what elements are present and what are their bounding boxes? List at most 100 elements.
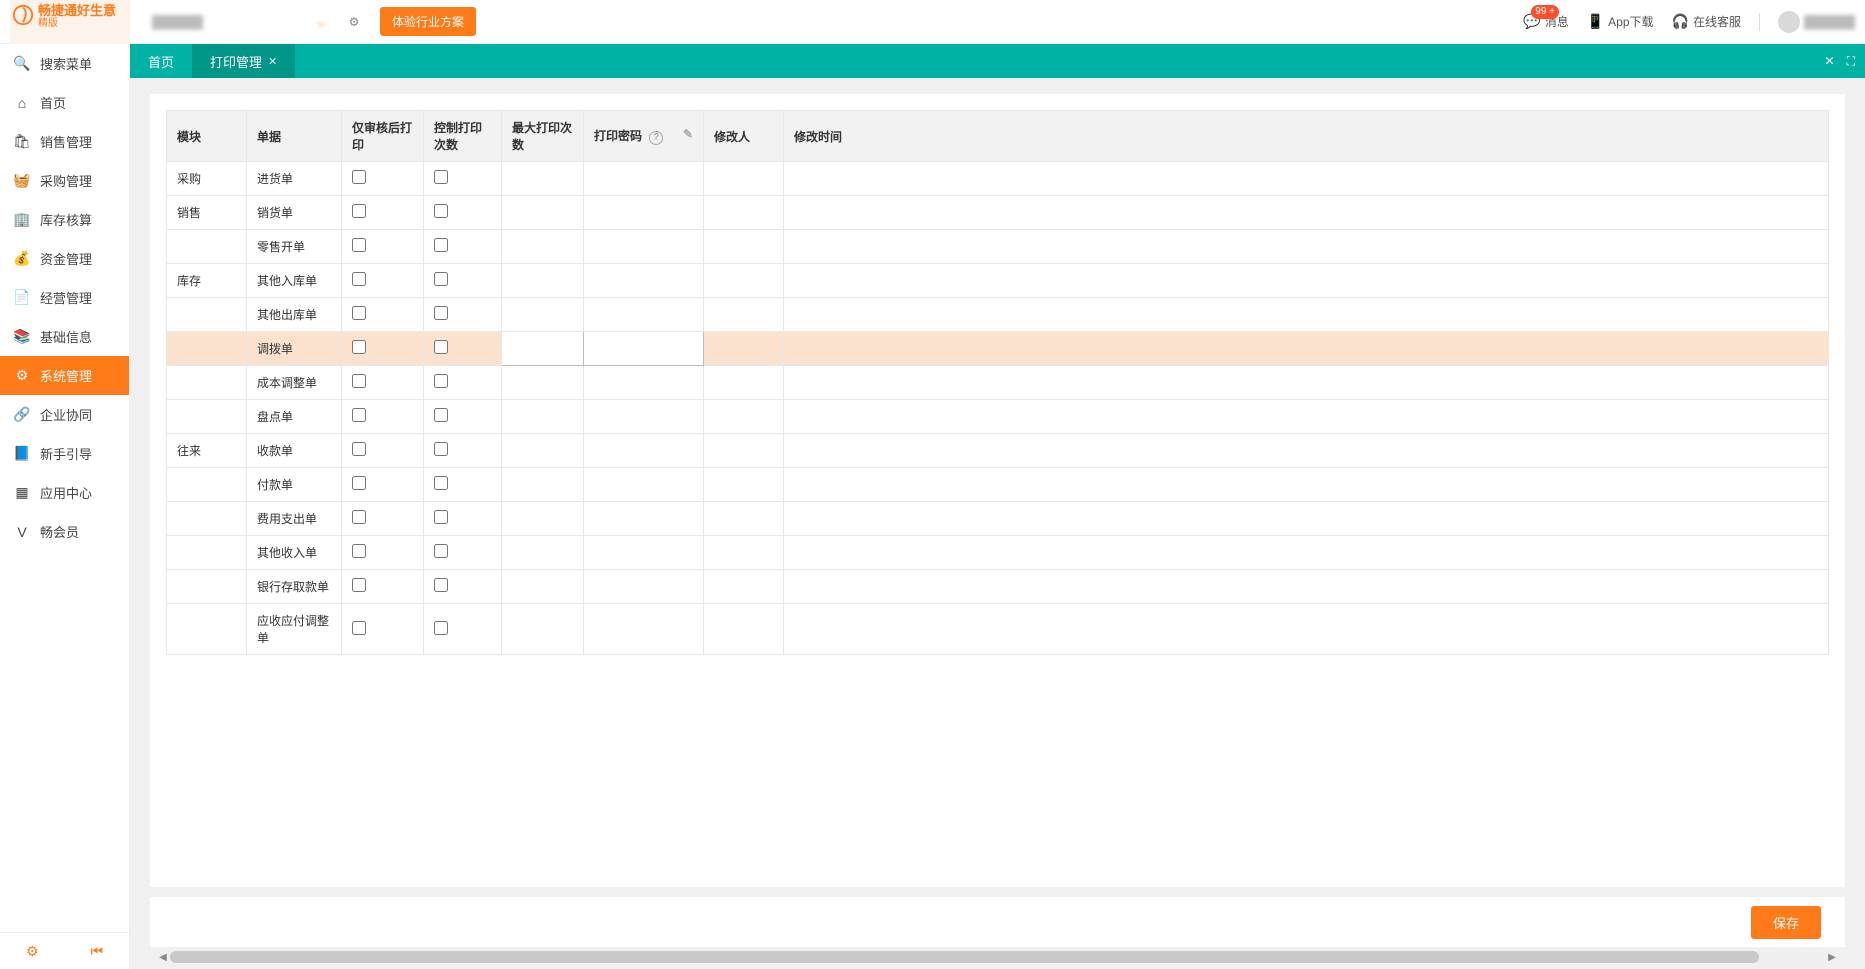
tab-1[interactable]: 打印管理✕ [192, 44, 295, 78]
sidebar-item-home[interactable]: ⌂首页 [0, 83, 129, 122]
sidebar-item-bag[interactable]: 🧺采购管理 [0, 161, 129, 200]
ctrl-count-checkbox[interactable] [434, 374, 448, 388]
cell-password[interactable] [584, 604, 704, 655]
cell-modify-time [784, 570, 1829, 604]
user-menu[interactable]: ██████ [1778, 11, 1855, 33]
ctrl-count-checkbox[interactable] [434, 340, 448, 354]
cell-password[interactable] [584, 162, 704, 196]
cell-max-count[interactable] [502, 570, 584, 604]
sidebar-item-coop[interactable]: 🔗企业协同 [0, 395, 129, 434]
cell-max-count[interactable] [502, 536, 584, 570]
sidebar-item-vip[interactable]: V畅会员 [0, 512, 129, 551]
sidebar-item-stock[interactable]: 🏢库存核算 [0, 200, 129, 239]
ctrl-count-checkbox[interactable] [434, 476, 448, 490]
ctrl-count-checkbox[interactable] [434, 442, 448, 456]
chevron-down-icon: ⌄ [316, 15, 326, 29]
sidebar-item-base[interactable]: 📚基础信息 [0, 317, 129, 356]
after-approve-checkbox[interactable] [352, 621, 366, 635]
cell-doc: 销货单 [247, 196, 342, 230]
industry-cta-button[interactable]: 体验行业方案 [380, 7, 476, 36]
cell-max-count[interactable] [502, 400, 584, 434]
scroll-left-arrow[interactable]: ◀ [156, 951, 170, 963]
cell-max-count[interactable] [502, 604, 584, 655]
cell-password[interactable] [584, 298, 704, 332]
help-icon[interactable]: ? [649, 131, 663, 145]
sidebar-item-apps[interactable]: ▦应用中心 [0, 473, 129, 512]
ctrl-count-checkbox[interactable] [434, 170, 448, 184]
tab-0[interactable]: 首页 [130, 44, 192, 78]
after-approve-checkbox[interactable] [352, 204, 366, 218]
ctrl-count-checkbox[interactable] [434, 621, 448, 635]
close-icon[interactable]: ✕ [268, 55, 277, 68]
cell-password[interactable] [584, 570, 704, 604]
after-approve-checkbox[interactable] [352, 578, 366, 592]
sidebar-collapse-button[interactable]: ⏮ [65, 933, 130, 969]
sidebar-item-report[interactable]: 📄经营管理 [0, 278, 129, 317]
tab-close-all-button[interactable]: ✕ [1825, 54, 1835, 68]
cell-password[interactable] [584, 536, 704, 570]
cell-max-count[interactable] [502, 332, 584, 366]
scroll-right-arrow[interactable]: ▶ [1825, 951, 1839, 963]
after-approve-checkbox[interactable] [352, 374, 366, 388]
sidebar-item-guide[interactable]: 📘新手引导 [0, 434, 129, 473]
edit-icon[interactable]: ✎ [683, 127, 693, 141]
after-approve-checkbox[interactable] [352, 408, 366, 422]
cell-password[interactable] [584, 366, 704, 400]
after-approve-checkbox[interactable] [352, 476, 366, 490]
cell-max-count[interactable] [502, 468, 584, 502]
settings-button[interactable]: ⚙ [342, 10, 366, 34]
cell-password[interactable] [584, 502, 704, 536]
cell-max-count[interactable] [502, 162, 584, 196]
org-selector[interactable]: ██████ ⌄ [144, 8, 334, 36]
app-download-link[interactable]: 📱 App下载 [1587, 13, 1654, 30]
after-approve-checkbox[interactable] [352, 272, 366, 286]
cell-modifier [704, 162, 784, 196]
after-approve-checkbox[interactable] [352, 238, 366, 252]
cell-max-count[interactable] [502, 366, 584, 400]
after-approve-checkbox[interactable] [352, 306, 366, 320]
sidebar-item-search[interactable]: 🔍搜索菜单 [0, 44, 129, 83]
ctrl-count-checkbox[interactable] [434, 544, 448, 558]
ctrl-count-checkbox[interactable] [434, 578, 448, 592]
cell-password[interactable] [584, 468, 704, 502]
after-approve-checkbox[interactable] [352, 170, 366, 184]
cell-password[interactable] [584, 196, 704, 230]
cell-password[interactable] [584, 332, 704, 366]
sidebar-item-label: 新手引导 [40, 444, 92, 463]
ctrl-count-checkbox[interactable] [434, 408, 448, 422]
after-approve-checkbox[interactable] [352, 442, 366, 456]
brand-logo[interactable]: 畅捷通好生意 精版 [10, 0, 130, 44]
cell-max-count[interactable] [502, 298, 584, 332]
cell-doc: 银行存取款单 [247, 570, 342, 604]
ctrl-count-checkbox[interactable] [434, 306, 448, 320]
cell-max-count[interactable] [502, 264, 584, 298]
messages-link[interactable]: 💬 消息 99 + [1523, 13, 1568, 30]
brand-edition: 精版 [38, 19, 116, 29]
sidebar-item-system[interactable]: ⚙系统管理 [0, 356, 129, 395]
table-row: 往来收款单 [167, 434, 1829, 468]
cell-password[interactable] [584, 400, 704, 434]
cell-password[interactable] [584, 230, 704, 264]
cell-max-count[interactable] [502, 502, 584, 536]
cell-password[interactable] [584, 434, 704, 468]
sidebar-item-money[interactable]: 💰资金管理 [0, 239, 129, 278]
scrollbar-thumb[interactable] [170, 951, 1759, 963]
cell-max-count[interactable] [502, 434, 584, 468]
ctrl-count-checkbox[interactable] [434, 238, 448, 252]
sidebar-item-label: 采购管理 [40, 171, 92, 190]
tab-fullscreen-button[interactable]: ⛶ [1847, 54, 1855, 69]
after-approve-checkbox[interactable] [352, 544, 366, 558]
sidebar-settings-button[interactable]: ⚙ [0, 933, 65, 969]
ctrl-count-checkbox[interactable] [434, 204, 448, 218]
support-link[interactable]: 🎧 在线客服 [1672, 13, 1741, 30]
save-button[interactable]: 保存 [1751, 906, 1821, 939]
ctrl-count-checkbox[interactable] [434, 272, 448, 286]
cell-max-count[interactable] [502, 196, 584, 230]
horizontal-scrollbar[interactable]: ◀ ▶ [170, 951, 1825, 963]
cell-password[interactable] [584, 264, 704, 298]
ctrl-count-checkbox[interactable] [434, 510, 448, 524]
after-approve-checkbox[interactable] [352, 510, 366, 524]
after-approve-checkbox[interactable] [352, 340, 366, 354]
cell-max-count[interactable] [502, 230, 584, 264]
sidebar-item-cart[interactable]: 🛍销售管理 [0, 122, 129, 161]
